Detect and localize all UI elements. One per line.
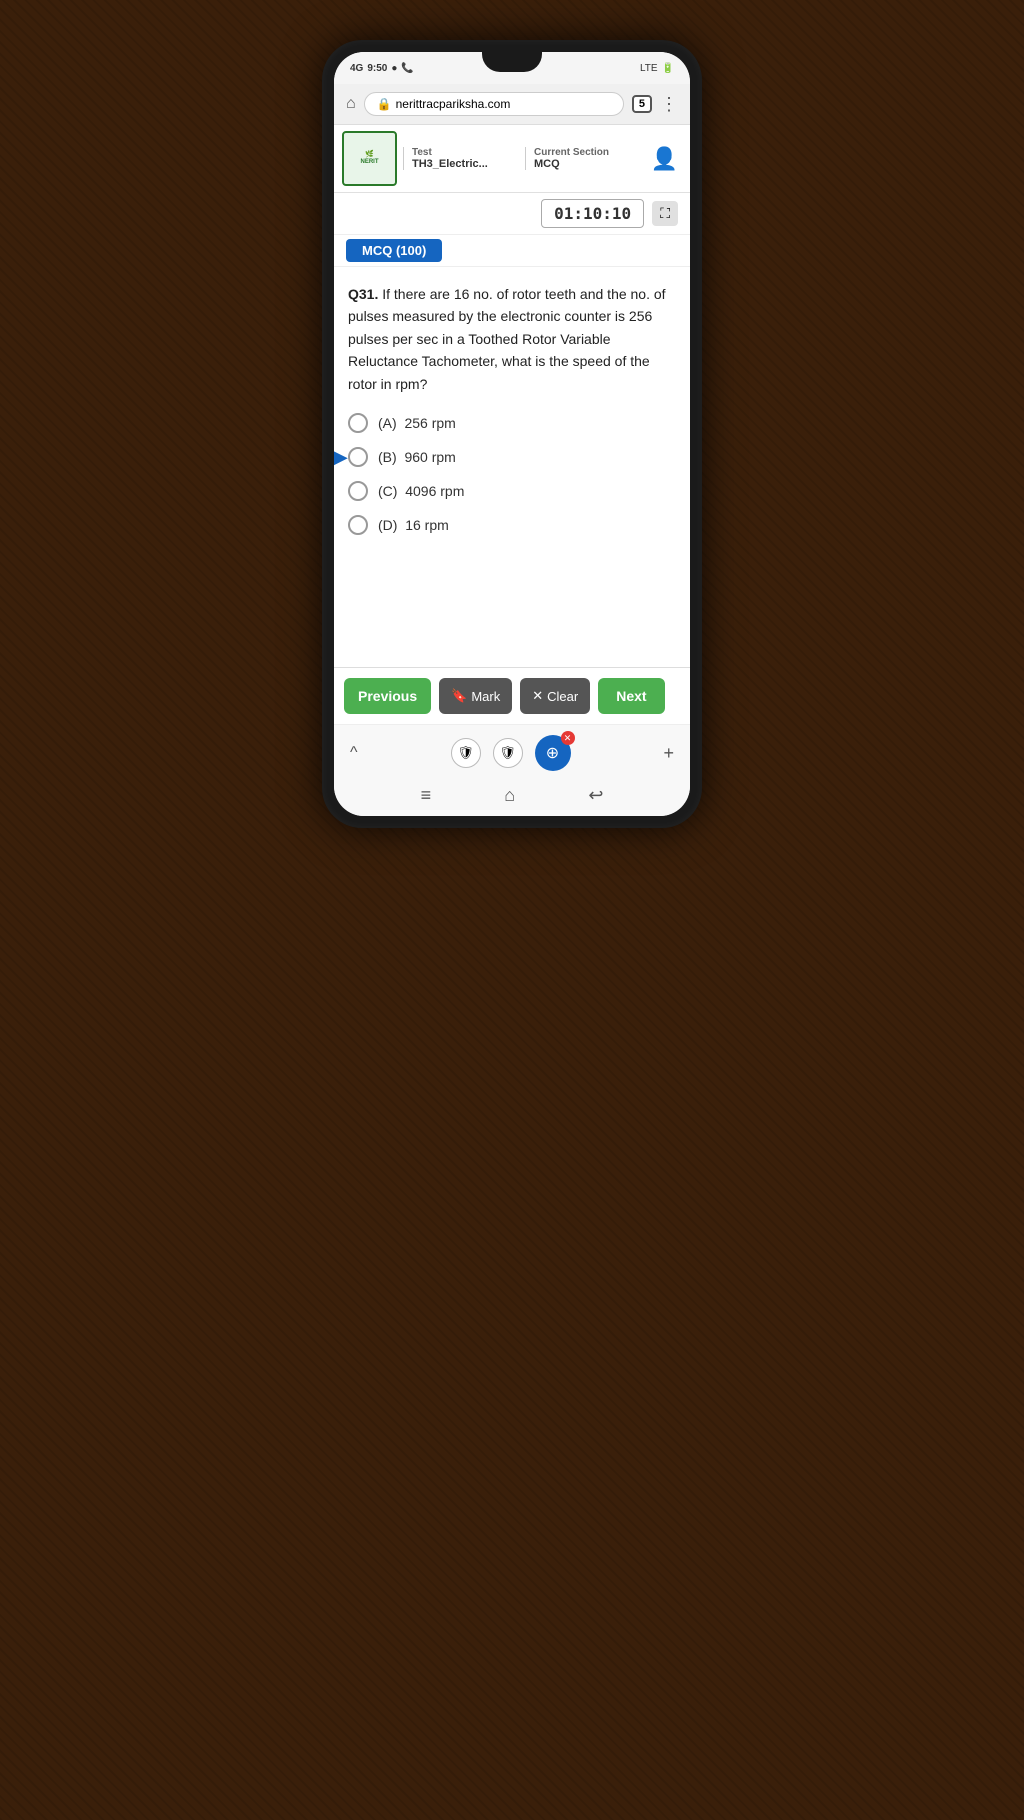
browser-toolbar: ⌂ 🔒 nerittracpariksha.com 5 ⋮	[334, 84, 690, 125]
battery-icon: 🔋	[662, 63, 674, 74]
timer-row: 01:10:10 ⛶	[334, 193, 690, 235]
next-button[interactable]: Next	[598, 678, 664, 714]
shield-icon-1[interactable]: 🛡	[451, 738, 481, 768]
section-info-col: Current Section MCQ	[525, 147, 647, 170]
url-bar[interactable]: 🔒 nerittracpariksha.com	[364, 92, 624, 116]
floating-action-button[interactable]: ⊕ ✕	[535, 735, 571, 771]
avatar-icon: 👤	[651, 146, 678, 172]
exam-header: 🌿 NERIT Test TH3_Electric... Current Sec…	[334, 125, 690, 193]
android-menu-button[interactable]: ≡	[421, 785, 432, 806]
section-label: Current Section	[534, 147, 647, 158]
question-body: If there are 16 no. of rotor teeth and t…	[348, 286, 666, 392]
plus-icon[interactable]: +	[663, 743, 674, 764]
android-system-buttons: ≡ ⌂ ↩	[334, 779, 690, 812]
browser-menu-icon[interactable]: ⋮	[660, 94, 678, 115]
selected-arrow-icon: ▶	[334, 444, 347, 470]
option-c-value: 4096 rpm	[405, 483, 464, 499]
option-d-label: (D) 16 rpm	[378, 517, 449, 533]
exam-logo: 🌿 NERIT	[342, 131, 397, 186]
android-back-button[interactable]: ↩	[588, 785, 603, 806]
question-number: Q31.	[348, 286, 378, 302]
option-d[interactable]: (D) 16 rpm	[348, 515, 676, 535]
shield-icon-2[interactable]: 🛡	[493, 738, 523, 768]
previous-button[interactable]: Previous	[344, 678, 431, 714]
globe-icon: ⊕	[546, 743, 559, 763]
option-c[interactable]: (C) 4096 rpm	[348, 481, 676, 501]
phone-frame: 4G 9:50 ● 📞 LTE 🔋 ⌂ 🔒 nerittracpariksha.…	[322, 40, 702, 828]
option-b[interactable]: (B) 960 rpm ▶	[348, 447, 676, 467]
url-text: nerittracpariksha.com	[396, 97, 511, 111]
android-home-button[interactable]: ⌂	[504, 785, 515, 806]
tab-count-badge[interactable]: 5	[632, 95, 652, 113]
status-right: LTE 🔋	[640, 63, 674, 74]
user-avatar: 👤	[647, 146, 682, 172]
test-value: TH3_Electric...	[412, 158, 525, 170]
close-fab-icon[interactable]: ✕	[561, 731, 575, 745]
clear-label: Clear	[547, 689, 578, 704]
test-label: Test	[412, 147, 525, 158]
android-toolbar: ^ 🛡 🛡 ⊕ ✕ +	[334, 731, 690, 775]
fullscreen-button[interactable]: ⛶	[652, 201, 678, 226]
option-c-label: (C) 4096 rpm	[378, 483, 464, 499]
android-nav-bar: ^ 🛡 🛡 ⊕ ✕ + ≡ ⌂ ↩	[334, 724, 690, 816]
toolbar-icons: 🛡 🛡 ⊕ ✕	[451, 735, 571, 771]
option-a[interactable]: (A) 256 rpm	[348, 413, 676, 433]
option-b-label: (B) 960 rpm	[378, 449, 456, 465]
exam-info: Test TH3_Electric... Current Section MCQ	[403, 147, 647, 170]
radio-c[interactable]	[348, 481, 368, 501]
question-text: Q31. If there are 16 no. of rotor teeth …	[348, 283, 676, 395]
notch	[482, 52, 542, 72]
signal-icon: ●	[391, 63, 397, 74]
clear-button[interactable]: ✕ Clear	[520, 678, 590, 714]
option-a-value: 256 rpm	[404, 415, 455, 431]
lte-indicator: LTE	[640, 63, 658, 74]
question-area: Q31. If there are 16 no. of rotor teeth …	[334, 267, 690, 667]
option-c-key: (C)	[378, 483, 401, 499]
radio-d[interactable]	[348, 515, 368, 535]
option-b-value: 960 rpm	[404, 449, 455, 465]
section-tab-bar: MCQ (100)	[334, 235, 690, 267]
radio-b[interactable]	[348, 447, 368, 467]
status-left: 4G 9:50 ● 📞	[350, 63, 414, 74]
option-a-label: (A) 256 rpm	[378, 415, 456, 431]
mark-button[interactable]: 🔖 Mark	[439, 678, 512, 714]
option-a-key: (A)	[378, 415, 401, 431]
time-display: 9:50	[367, 63, 387, 74]
mcq-tab[interactable]: MCQ (100)	[346, 239, 442, 262]
lock-icon: 🔒	[377, 97, 392, 111]
phone-screen: 4G 9:50 ● 📞 LTE 🔋 ⌂ 🔒 nerittracpariksha.…	[334, 52, 690, 816]
caret-up-icon[interactable]: ^	[350, 744, 358, 762]
browser-home-icon[interactable]: ⌂	[346, 95, 356, 113]
call-icon: 📞	[401, 63, 413, 74]
option-b-key: (B)	[378, 449, 401, 465]
timer-display: 01:10:10	[541, 199, 644, 228]
status-bar: 4G 9:50 ● 📞 LTE 🔋	[334, 52, 690, 84]
test-info-col: Test TH3_Electric...	[403, 147, 525, 170]
bookmark-icon: 🔖	[451, 688, 467, 704]
clear-x-icon: ✕	[532, 688, 543, 704]
section-value: MCQ	[534, 158, 647, 170]
bottom-navigation: Previous 🔖 Mark ✕ Clear Next	[334, 667, 690, 724]
network-indicator: 4G	[350, 63, 363, 74]
options-list: (A) 256 rpm (B) 960 rpm ▶ (C)	[348, 413, 676, 535]
option-d-value: 16 rpm	[405, 517, 449, 533]
mark-label: Mark	[471, 689, 500, 704]
radio-a[interactable]	[348, 413, 368, 433]
option-d-key: (D)	[378, 517, 401, 533]
